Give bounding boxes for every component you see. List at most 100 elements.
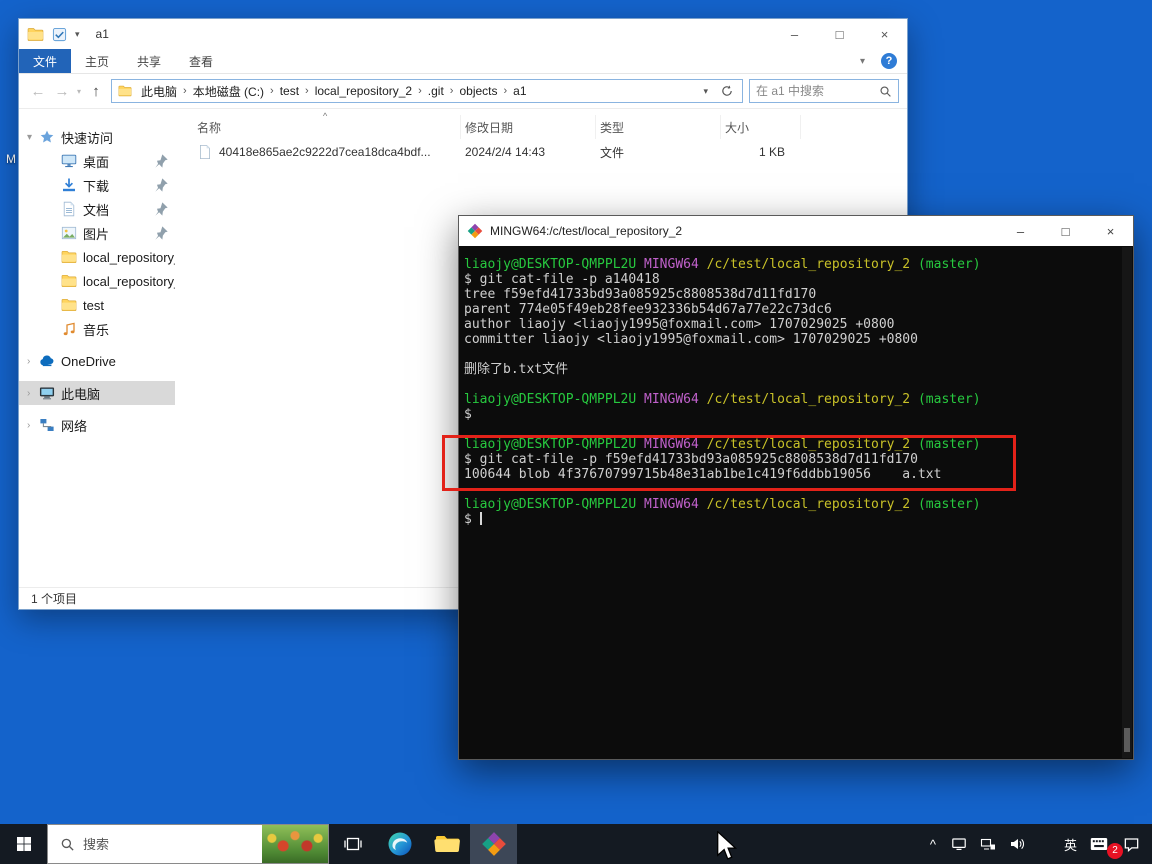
action-center-icon[interactable]: 2 — [1107, 836, 1140, 859]
explorer-search[interactable] — [749, 79, 899, 103]
sort-ascending-icon[interactable]: ^ — [323, 111, 327, 121]
chevron-closed-icon[interactable]: › — [27, 388, 39, 399]
network-icon — [39, 417, 55, 433]
back-button[interactable]: ← — [29, 83, 47, 100]
sidebar-item-network[interactable]: › 网络 — [19, 413, 175, 437]
breadcrumb-item[interactable]: a1 — [509, 84, 530, 98]
item-count: 1 个项目 — [31, 592, 78, 606]
terminal-cursor — [479, 512, 482, 525]
file-type: 文件 — [600, 145, 625, 160]
sidebar-item-quick-access[interactable]: ▾ 快速访问 — [19, 125, 175, 149]
ribbon-tab-share[interactable]: 共享 — [123, 49, 175, 73]
breadcrumb-item[interactable]: 本地磁盘 (C:) — [189, 83, 268, 100]
file-row[interactable]: 40418e865ae2c9222d7cea18dca4bdf... 2024/2… — [175, 139, 907, 165]
sidebar-item-local-repository-1[interactable]: local_repository_1 — [19, 245, 175, 269]
minimize-button[interactable]: – — [772, 20, 817, 49]
breadcrumb-item[interactable]: 此电脑 — [137, 83, 181, 100]
column-header-3[interactable]: 大小 — [721, 115, 801, 139]
sidebar-item-label: 文档 — [83, 202, 110, 218]
address-dropdown-icon[interactable]: ▾ — [695, 86, 716, 97]
breadcrumb-separator-icon: › — [305, 85, 309, 97]
minimize-button[interactable]: – — [998, 217, 1043, 246]
close-button[interactable]: × — [862, 20, 907, 49]
star-icon — [39, 129, 55, 145]
chevron-open-icon[interactable]: ▾ — [27, 132, 39, 143]
ribbon-tab-file[interactable]: 文件 — [19, 49, 72, 73]
search-highlight-image[interactable] — [262, 825, 328, 863]
terminal-line: $ git cat-file -p a140418 — [464, 272, 660, 287]
breadcrumb-separator-icon: › — [503, 85, 508, 97]
terminal-line: liaojy@DESKTOP-QMPPL2U MINGW64 /c/test/l… — [464, 497, 981, 512]
file-icon — [197, 144, 213, 160]
file-explorer-button[interactable] — [423, 824, 470, 864]
chevron-closed-icon[interactable]: › — [27, 356, 39, 367]
window-controls: – □ × — [998, 217, 1133, 246]
ime-keyboard-icon[interactable] — [1090, 837, 1108, 851]
ribbon-tab-view[interactable]: 查看 — [175, 49, 227, 73]
qat-customize-icon[interactable]: ▾ — [75, 29, 80, 40]
terminal-output[interactable]: liaojy@DESKTOP-QMPPL2U MINGW64 /c/test/l… — [459, 246, 1133, 759]
pin-icon — [153, 225, 169, 241]
git-bash-button[interactable] — [470, 824, 517, 864]
pin-icon — [153, 153, 169, 169]
start-button[interactable] — [0, 824, 47, 864]
recent-locations-icon[interactable]: ▾ — [77, 87, 81, 96]
sidebar-item-documents[interactable]: 文档 — [19, 197, 175, 221]
task-view-button[interactable] — [329, 824, 376, 864]
column-header-2[interactable]: 类型 — [596, 115, 721, 139]
breadcrumb-item[interactable]: .git — [424, 84, 448, 98]
column-header-1[interactable]: 修改日期 — [461, 115, 596, 139]
explorer-search-input[interactable] — [756, 84, 879, 98]
help-button[interactable]: ? — [881, 53, 897, 69]
download-icon — [61, 177, 77, 193]
maximize-button[interactable]: □ — [817, 20, 862, 49]
sidebar-item-desktop[interactable]: 桌面 — [19, 149, 175, 173]
up-button[interactable]: ↑ — [87, 83, 105, 100]
forward-button[interactable]: → — [53, 83, 71, 100]
edge-button[interactable] — [376, 824, 423, 864]
breadcrumb-item[interactable]: test — [276, 84, 303, 98]
taskbar-search[interactable] — [47, 824, 329, 864]
tray-device-icon[interactable] — [951, 836, 967, 852]
terminal-line: parent 774e05f49eb28fee932336b54d67a77e2… — [464, 302, 832, 317]
volume-icon[interactable] — [1009, 836, 1025, 852]
search-icon — [60, 837, 75, 852]
ribbon-expand-icon[interactable]: ▾ — [860, 56, 865, 67]
close-button[interactable]: × — [1088, 217, 1133, 246]
breadcrumb: 此电脑 › 本地磁盘 (C:) › test › local_repository_2 › .g… — [137, 83, 695, 100]
explorer-titlebar: ▾ a1 – □ × — [19, 19, 907, 49]
window-title: a1 — [95, 27, 109, 41]
chevron-closed-icon[interactable]: › — [27, 420, 39, 431]
language-indicator[interactable]: 英 — [1064, 835, 1077, 854]
tray-expand-icon[interactable]: ^ — [930, 837, 936, 852]
sidebar: ▾ 快速访问桌面下载文档图片 local_repository_1 local_rep… — [19, 109, 175, 587]
music-icon — [61, 321, 77, 337]
sidebar-item-local-repository-2[interactable]: local_repository_2 — [19, 269, 175, 293]
sidebar-item-downloads[interactable]: 下载 — [19, 173, 175, 197]
address-bar[interactable]: 此电脑 › 本地磁盘 (C:) › test › local_repository_2 › .g… — [111, 79, 743, 103]
sidebar-item-label: 下载 — [83, 178, 110, 194]
pin-icon — [153, 177, 169, 193]
window-controls: – □ × — [772, 20, 907, 49]
scrollbar-thumb[interactable] — [1124, 728, 1130, 752]
maximize-button[interactable]: □ — [1043, 217, 1088, 246]
sidebar-item-test[interactable]: test — [19, 293, 175, 317]
sidebar-item-this-pc[interactable]: › 此电脑 — [19, 381, 175, 405]
sidebar-item-label: 快速访问 — [61, 130, 114, 146]
sidebar-item-onedrive[interactable]: › OneDrive — [19, 349, 175, 373]
network-status-icon[interactable] — [980, 836, 996, 852]
qat-properties-icon[interactable] — [52, 27, 67, 42]
system-tray: ^ 英 2 — [930, 824, 1152, 864]
sidebar-item-pictures[interactable]: 图片 — [19, 221, 175, 245]
breadcrumb-item[interactable]: local_repository_2 — [311, 84, 416, 98]
sidebar-item-music[interactable]: 音乐 — [19, 317, 175, 341]
terminal-scrollbar[interactable] — [1122, 247, 1132, 758]
breadcrumb-item[interactable]: objects — [455, 84, 501, 98]
folder-icon — [61, 297, 77, 313]
refresh-icon[interactable] — [720, 84, 734, 98]
terminal-line: author liaojy <liaojy1995@foxmail.com> 1… — [464, 317, 895, 332]
taskbar-search-input[interactable] — [83, 836, 262, 852]
ribbon-tab-home[interactable]: 主页 — [71, 49, 123, 73]
sidebar-item-label: 音乐 — [83, 322, 110, 338]
